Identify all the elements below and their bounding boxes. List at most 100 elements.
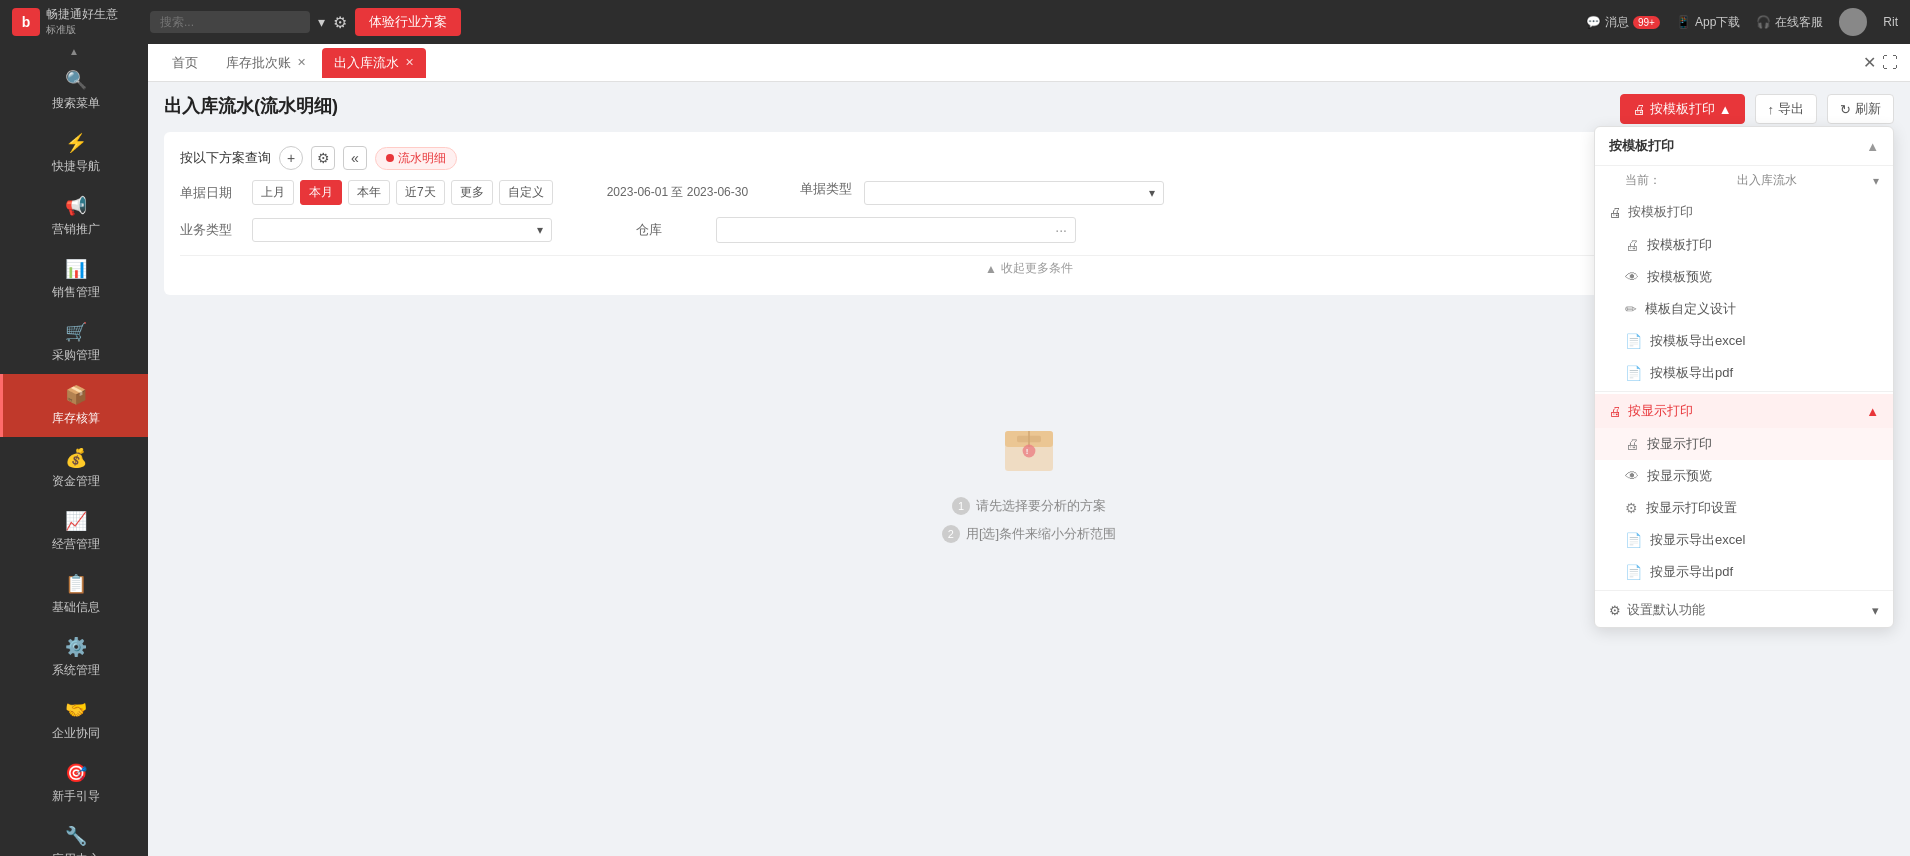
sidebar-item-quick-nav[interactable]: ⚡ 快捷导航 xyxy=(0,122,148,185)
date-filter-label: 单据日期 xyxy=(180,184,240,202)
sidebar-label-finance: 资金管理 xyxy=(52,473,100,490)
template-pdf-icon: 📄 xyxy=(1625,365,1642,381)
collapse-left-btn[interactable]: « xyxy=(343,146,367,170)
print-template-label: 按模板打印 xyxy=(1650,100,1715,118)
template-excel-icon: 📄 xyxy=(1625,333,1642,349)
empty-step-2: 2 用[选]条件来缩小分析范围 xyxy=(942,525,1116,543)
dropdown-item-template-pdf[interactable]: 📄 按模板导出pdf xyxy=(1595,357,1893,389)
industry-btn[interactable]: 体验行业方案 xyxy=(355,8,461,36)
message-btn[interactable]: 💬 消息 99+ xyxy=(1586,14,1660,31)
biz-type-select[interactable]: ▾ xyxy=(252,218,552,242)
active-tag-dot xyxy=(386,154,394,162)
sidebar-label-guide: 新手引导 xyxy=(52,788,100,805)
dropdown-title: 按模板打印 xyxy=(1609,137,1674,155)
dropdown-item-display-pdf[interactable]: 📄 按显示导出pdf xyxy=(1595,556,1893,588)
dropdown-item-template-excel[interactable]: 📄 按模板导出excel xyxy=(1595,325,1893,357)
header-gear-btn[interactable]: ⚙ xyxy=(333,13,347,32)
tab-maximize-btn[interactable]: ⛶ xyxy=(1882,54,1898,72)
sidebar-item-cooperation[interactable]: 🤝 企业协同 xyxy=(0,689,148,752)
sidebar-item-system[interactable]: ⚙️ 系统管理 xyxy=(0,626,148,689)
active-filter-tag[interactable]: 流水明细 xyxy=(375,147,457,170)
basic-icon: 📋 xyxy=(65,573,87,595)
dropdown-item-template-design[interactable]: ✏ 模板自定义设计 xyxy=(1595,293,1893,325)
sidebar-label-apps: 应用中心 xyxy=(52,851,100,856)
sidebar-label-quick-nav: 快捷导航 xyxy=(52,158,100,175)
export-btn[interactable]: ↑ 导出 xyxy=(1755,94,1818,124)
tab-batch-account-label: 库存批次账 xyxy=(226,54,291,72)
date-range-text: 2023-06-01 至 2023-06-30 xyxy=(607,184,748,201)
dropdown-item-display-print[interactable]: 🖨 按显示打印 xyxy=(1595,428,1893,460)
tab-batch-account-close[interactable]: ✕ xyxy=(297,56,306,69)
tab-close-all-btn[interactable]: ✕ xyxy=(1863,53,1876,72)
dropdown-divider xyxy=(1595,391,1893,392)
message-label: 消息 xyxy=(1605,14,1629,31)
date-btn-custom[interactable]: 自定义 xyxy=(499,180,553,205)
warehouse-more-btn[interactable]: ··· xyxy=(1055,222,1067,238)
default-section-label: 设置默认功能 xyxy=(1627,601,1705,619)
tab-flow-close[interactable]: ✕ xyxy=(405,56,414,69)
sidebar-label-marketing: 营销推广 xyxy=(52,221,100,238)
app-download-btn[interactable]: 📱 App下载 xyxy=(1676,14,1740,31)
type-filter-select[interactable]: ▾ xyxy=(864,181,1164,205)
sidebar-item-basic[interactable]: 📋 基础信息 xyxy=(0,563,148,626)
display-section-header[interactable]: 🖨 按显示打印 ▲ xyxy=(1595,394,1893,428)
date-btn-this-month[interactable]: 本月 xyxy=(300,180,342,205)
date-btn-7days[interactable]: 近7天 xyxy=(396,180,445,205)
sidebar-label-cooperation: 企业协同 xyxy=(52,725,100,742)
date-btn-more[interactable]: 更多 xyxy=(451,180,493,205)
dropdown-item-display-preview[interactable]: 👁 按显示预览 xyxy=(1595,460,1893,492)
filter-settings-btn[interactable]: ⚙ xyxy=(311,146,335,170)
display-chevron-up: ▲ xyxy=(1866,404,1879,419)
template-design-icon: ✏ xyxy=(1625,301,1637,317)
headset-icon: 🎧 xyxy=(1756,15,1771,29)
sidebar-label-system: 系统管理 xyxy=(52,662,100,679)
dropdown-item-template-print[interactable]: 🖨 按模板打印 xyxy=(1595,229,1893,261)
tab-batch-account[interactable]: 库存批次账 ✕ xyxy=(214,48,318,78)
warehouse-input[interactable]: ··· xyxy=(716,217,1076,243)
template-preview-label: 按模板预览 xyxy=(1647,268,1712,286)
sidebar-item-sales[interactable]: 📊 销售管理 xyxy=(0,248,148,311)
sidebar-label-inventory: 库存核算 xyxy=(52,410,100,427)
refresh-btn[interactable]: ↻ 刷新 xyxy=(1827,94,1894,124)
dropdown-divider-2 xyxy=(1595,590,1893,591)
sidebar-item-apps[interactable]: 🔧 应用中心 xyxy=(0,815,148,856)
date-btn-last-month[interactable]: 上月 xyxy=(252,180,294,205)
sales-icon: 📊 xyxy=(65,258,87,280)
display-section-icon: 🖨 xyxy=(1609,404,1622,419)
dropdown-item-display-settings[interactable]: ⚙ 按显示打印设置 xyxy=(1595,492,1893,524)
display-pdf-icon: 📄 xyxy=(1625,564,1642,580)
header-search-input[interactable] xyxy=(150,11,310,33)
sidebar-item-guide[interactable]: 🎯 新手引导 xyxy=(0,752,148,815)
template-section-header[interactable]: 🖨 按模板打印 xyxy=(1595,195,1893,229)
search-plan-label: 按以下方案查询 xyxy=(180,149,271,167)
display-settings-label: 按显示打印设置 xyxy=(1646,499,1737,517)
add-filter-btn[interactable]: + xyxy=(279,146,303,170)
sidebar-item-marketing[interactable]: 📢 营销推广 xyxy=(0,185,148,248)
header-dropdown-btn[interactable]: ▾ xyxy=(318,14,325,30)
display-print-label: 按显示打印 xyxy=(1647,435,1712,453)
current-label: 当前： xyxy=(1625,172,1661,189)
display-print-icon: 🖨 xyxy=(1625,436,1639,452)
dropdown-item-display-excel[interactable]: 📄 按显示导出excel xyxy=(1595,524,1893,556)
print-chevron-up-icon: ▲ xyxy=(1719,102,1732,117)
dropdown-item-template-preview[interactable]: 👁 按模板预览 xyxy=(1595,261,1893,293)
print-template-btn[interactable]: 🖨 按模板打印 ▲ xyxy=(1620,94,1745,124)
sidebar-item-purchase[interactable]: 🛒 采购管理 xyxy=(0,311,148,374)
display-pdf-label: 按显示导出pdf xyxy=(1650,563,1733,581)
tab-flow[interactable]: 出入库流水 ✕ xyxy=(322,48,426,78)
customer-service-btn[interactable]: 🎧 在线客服 xyxy=(1756,14,1823,31)
apps-icon: 🔧 xyxy=(65,825,87,847)
sidebar-item-inventory[interactable]: 📦 库存核算 xyxy=(0,374,148,437)
refresh-icon: ↻ xyxy=(1840,102,1851,117)
date-btn-this-year[interactable]: 本年 xyxy=(348,180,390,205)
avatar[interactable] xyxy=(1839,8,1867,36)
sidebar-scroll-up[interactable]: ▲ xyxy=(0,44,148,59)
sidebar-item-finance[interactable]: 💰 资金管理 xyxy=(0,437,148,500)
sidebar-item-search[interactable]: 🔍 搜索菜单 xyxy=(0,59,148,122)
dropdown-panel-header: 按模板打印 ▲ xyxy=(1595,127,1893,166)
sidebar-item-operations[interactable]: 📈 经营管理 xyxy=(0,500,148,563)
default-section-header[interactable]: ⚙ 设置默认功能 ▾ xyxy=(1595,593,1893,627)
sidebar-label-sales: 销售管理 xyxy=(52,284,100,301)
tab-home[interactable]: 首页 xyxy=(160,48,210,78)
dropdown-close-chevron[interactable]: ▲ xyxy=(1866,139,1879,154)
